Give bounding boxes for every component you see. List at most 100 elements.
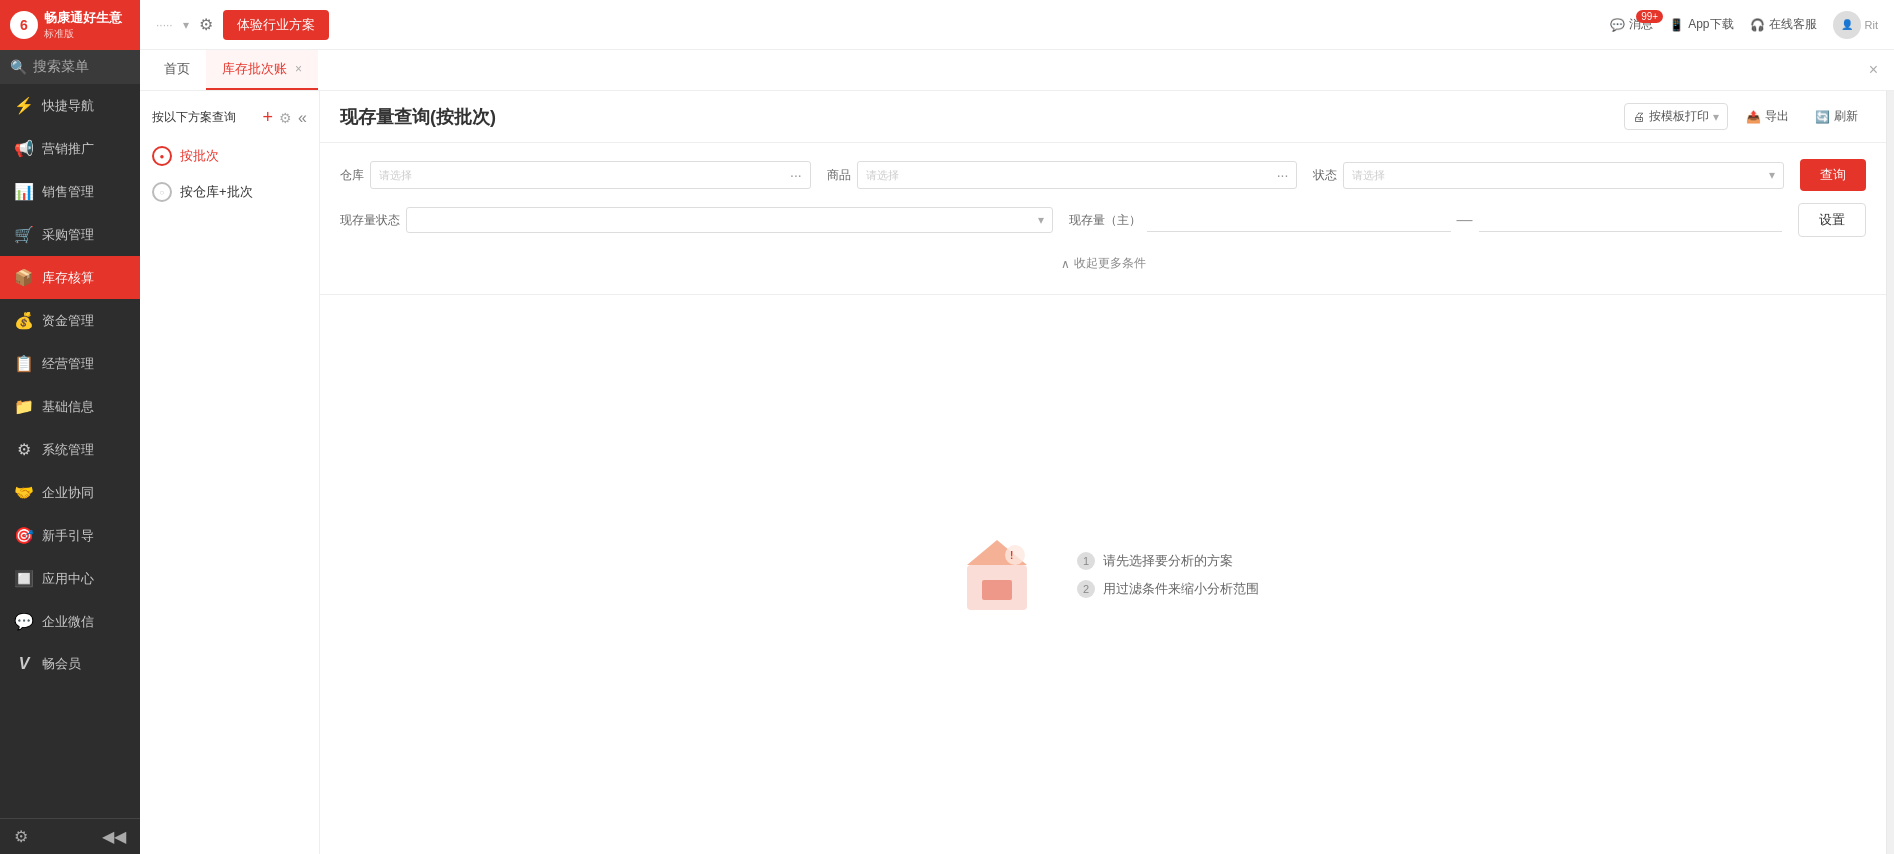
svg-point-3 [1005,545,1025,565]
username-label: Rit [1865,19,1878,31]
collapse-filters-button[interactable]: ∧ 收起更多条件 [340,249,1866,278]
sidebar-item-purchase[interactable]: 🛒 采购管理 [0,213,140,256]
sidebar-item-management[interactable]: 📋 经营管理 [0,342,140,385]
sidebar-item-finance[interactable]: 💰 资金管理 [0,299,140,342]
stock-qty-max-input[interactable] [1479,209,1783,232]
product-input[interactable]: 请选择 ··· [857,161,1298,189]
message-badge: 99+ [1636,10,1663,23]
sidebar-item-system[interactable]: ⚙ 系统管理 [0,428,140,471]
sidebar-item-label: 资金管理 [42,312,94,330]
filter-stock-status: 现存量状态 ▾ [340,207,1053,233]
warehouse-dots[interactable]: ··· [790,167,802,183]
stock-status-arrow-icon: ▾ [1038,213,1044,227]
page-title: 现存量查询(按批次) [340,105,496,129]
experience-industry-button[interactable]: 体验行业方案 [223,10,329,40]
online-service-button[interactable]: 🎧 在线客服 [1750,16,1817,33]
collapse-panel-icon[interactable]: « [298,109,307,127]
left-panel: 按以下方案查询 + ⚙ « ● 按批次 ○ 按仓库+批次 [140,91,320,854]
empty-tip-1: 1 请先选择要分析的方案 [1077,552,1259,570]
filter-plan-label: 按以下方案查询 [152,109,236,126]
sidebar-item-marketing[interactable]: 📢 营销推广 [0,127,140,170]
chevron-down-icon[interactable]: ▾ [183,18,189,32]
sidebar-item-quick-nav[interactable]: ⚡ 快捷导航 [0,84,140,127]
sidebar-item-member[interactable]: V 畅会员 [0,643,140,685]
member-icon: V [14,655,34,673]
right-scrollbar [1886,91,1894,854]
plan-label: 按批次 [180,147,219,165]
tab-home[interactable]: 首页 [148,50,206,90]
user-avatar[interactable]: 👤 Rit [1833,11,1878,39]
purchase-icon: 🛒 [14,225,34,244]
guide-icon: 🎯 [14,526,34,545]
sidebar-item-basic-info[interactable]: 📁 基础信息 [0,385,140,428]
filter-product: 商品 请选择 ··· [827,161,1298,189]
svg-rect-2 [982,580,1012,600]
sidebar-item-label: 系统管理 [42,441,94,459]
svg-text:!: ! [1010,550,1013,561]
plan-settings-icon[interactable]: ⚙ [279,110,292,126]
topbar-icons: 💬 消息 99+ 📱 App下载 🎧 在线客服 👤 Rit [1610,11,1878,39]
empty-state: ! 1 请先选择要分析的方案 2 用过滤条件来缩小分析范围 [320,295,1886,854]
refresh-button[interactable]: 🔄 刷新 [1807,104,1866,129]
collaboration-icon: 🤝 [14,483,34,502]
template-arrow-icon: ▾ [1713,110,1719,124]
query-button[interactable]: 查询 [1800,159,1866,191]
page-header: 现存量查询(按批次) 🖨 按模板打印 ▾ 📤 导出 🔄 刷新 [320,91,1886,143]
system-icon: ⚙ [14,440,34,459]
tab-inventory-batch[interactable]: 库存批次账 × [206,50,318,90]
close-tab-button[interactable]: × [295,62,302,76]
filter-row-1: 仓库 请选择 ··· 商品 请选择 ··· [340,159,1866,191]
search-label: 搜索菜单 [33,58,89,76]
status-select[interactable]: 请选择 ▾ [1343,162,1784,189]
collapse-icon: ∧ [1061,257,1070,271]
plan-item-by-warehouse-batch[interactable]: ○ 按仓库+批次 [140,174,319,210]
sidebar-item-guide[interactable]: 🎯 新手引导 [0,514,140,557]
stock-status-select[interactable]: ▾ [406,207,1053,233]
sidebar-item-collaboration[interactable]: 🤝 企业协同 [0,471,140,514]
warehouse-filter-label: 仓库 [340,167,364,184]
collapse-sidebar-button[interactable]: ◀◀ [102,827,126,846]
plan-item-by-batch[interactable]: ● 按批次 [140,138,319,174]
stock-qty-min-input[interactable] [1147,209,1451,232]
sidebar-item-sales[interactable]: 📊 销售管理 [0,170,140,213]
plan-label: 按仓库+批次 [180,183,253,201]
sidebar-item-label: 应用中心 [42,570,94,588]
template-print-button[interactable]: 🖨 按模板打印 ▾ [1624,103,1728,130]
setting-button[interactable]: 设置 [1798,203,1866,237]
sidebar-item-label: 基础信息 [42,398,94,416]
tip-num-1: 1 [1077,552,1095,570]
sidebar-item-label: 企业协同 [42,484,94,502]
status-filter-label: 状态 [1313,167,1337,184]
collapse-label: 收起更多条件 [1074,255,1146,272]
app-title: 畅康通好生意 [44,10,122,27]
tabs-bar: 首页 库存批次账 × × [140,50,1894,91]
right-main: 现存量查询(按批次) 🖨 按模板打印 ▾ 📤 导出 🔄 刷新 [320,91,1886,854]
finance-icon: 💰 [14,311,34,330]
sidebar-search[interactable]: 🔍 搜索菜单 [0,50,140,84]
refresh-label: 刷新 [1834,108,1858,125]
sidebar-item-inventory[interactable]: 📦 库存核算 [0,256,140,299]
product-dots[interactable]: ··· [1277,167,1289,183]
settings-button[interactable]: ⚙ [14,827,28,846]
add-plan-icon[interactable]: + [263,107,274,128]
sales-icon: 📊 [14,182,34,201]
export-icon: 📤 [1746,110,1761,124]
app-download-button[interactable]: 📱 App下载 [1669,16,1733,33]
sidebar-item-wechat[interactable]: 💬 企业微信 [0,600,140,643]
marketing-icon: 📢 [14,139,34,158]
message-button[interactable]: 💬 消息 99+ [1610,16,1653,33]
export-button[interactable]: 📤 导出 [1738,104,1797,129]
empty-tip-2: 2 用过滤条件来缩小分析范围 [1077,580,1259,598]
warehouse-input[interactable]: 请选择 ··· [370,161,811,189]
topbar: ····· ▾ ⚙ 体验行业方案 💬 消息 99+ 📱 App下载 🎧 在线客服… [140,0,1894,50]
breadcrumb-text: ····· [156,18,173,32]
stock-qty-label: 现存量（主） [1069,212,1141,229]
sidebar-item-apps[interactable]: 🔲 应用中心 [0,557,140,600]
content-area: 按以下方案查询 + ⚙ « ● 按批次 ○ 按仓库+批次 [140,91,1894,854]
online-service-label: 在线客服 [1769,16,1817,33]
sidebar-bottom: ⚙ ◀◀ [0,818,140,854]
close-all-button[interactable]: × [1869,61,1878,79]
gear-icon[interactable]: ⚙ [199,15,213,34]
message-icon: 💬 [1610,18,1625,32]
sidebar-item-label: 营销推广 [42,140,94,158]
